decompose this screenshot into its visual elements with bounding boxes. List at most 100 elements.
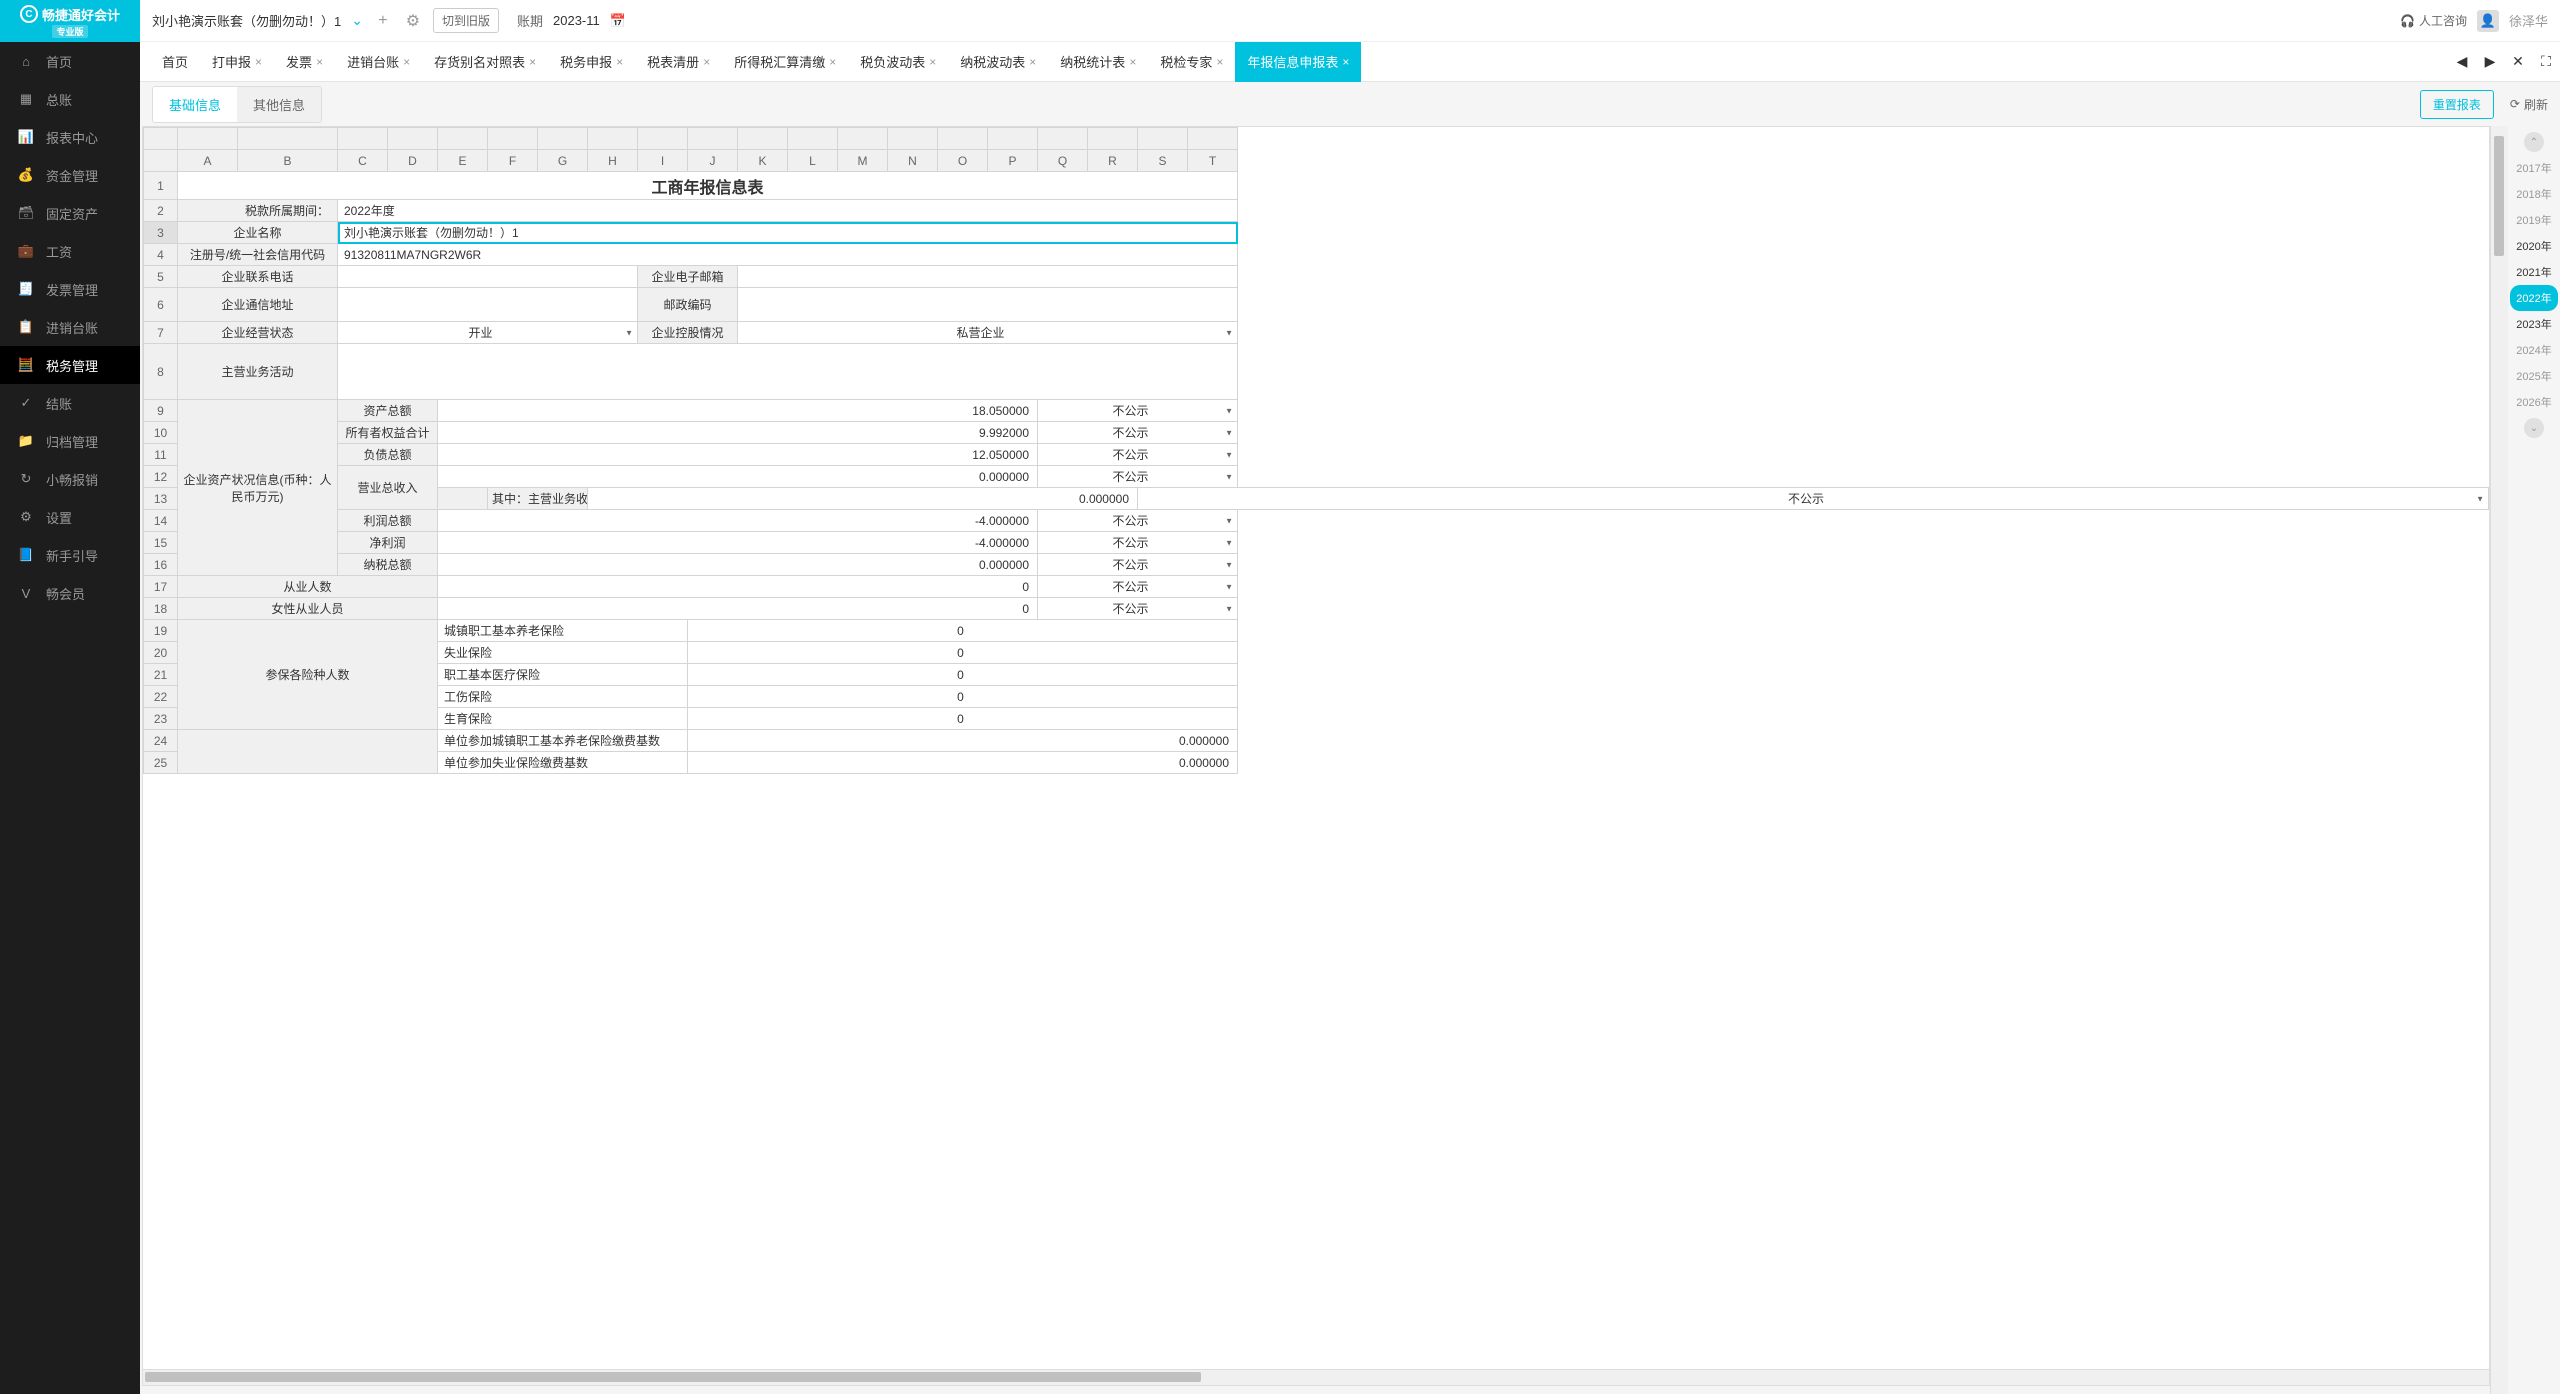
calendar-icon[interactable]: 📅 [610,13,626,29]
tabs-prev-icon[interactable]: ◀ [2448,48,2476,76]
sidebar-item-asset[interactable]: 🗃 固定资产 [0,194,140,232]
add-icon[interactable]: + [373,11,393,31]
year-option[interactable]: 2021年 [2510,259,2557,285]
avatar[interactable]: 👤 [2477,10,2499,32]
support-link[interactable]: 🎧 人工咨询 [2400,12,2467,29]
fullscreen-icon[interactable]: ⛶ [2532,48,2560,76]
tab-纳税波动表[interactable]: 纳税波动表 × [948,42,1048,82]
tab-存货别名对照表[interactable]: 存货别名对照表 × [422,42,548,82]
tab-纳税统计表[interactable]: 纳税统计表 × [1048,42,1148,82]
year-option[interactable]: 2019年 [2510,207,2557,233]
publish-dropdown[interactable]: 不公示 [1138,488,2489,510]
year-down-icon[interactable]: ⌄ [2524,418,2544,438]
col-header[interactable]: E [438,150,488,172]
value-cell[interactable]: 2022年度 [338,200,1238,222]
col-header[interactable]: H [588,150,638,172]
col-header[interactable]: N [888,150,938,172]
col-header[interactable]: R [1088,150,1138,172]
tab-税检专家[interactable]: 税检专家 × [1148,42,1235,82]
sidebar-item-fund[interactable]: 💰 资金管理 [0,156,140,194]
account-selector[interactable]: 刘小艳演示账套（勿删勿动！）1 [152,11,341,30]
col-header[interactable]: B [238,150,338,172]
year-option[interactable]: 2023年 [2510,311,2557,337]
year-option[interactable]: 2022年 [2510,285,2557,311]
sidebar-item-salary[interactable]: 💼 工资 [0,232,140,270]
reset-report-button[interactable]: 重置报表 [2420,90,2494,119]
year-option[interactable]: 2026年 [2510,389,2557,415]
publish-dropdown[interactable]: 不公示 [1038,444,1238,466]
sidebar-item-psi[interactable]: 📋 进销台账 [0,308,140,346]
vertical-scrollbar[interactable] [2490,126,2508,1394]
sidebar-item-xc[interactable]: ↻ 小畅报销 [0,460,140,498]
close-icon[interactable]: × [529,55,536,69]
period-value[interactable]: 2023-11 [553,13,600,28]
close-icon[interactable]: × [703,55,710,69]
sidebar-item-vip[interactable]: V 畅会员 [0,574,140,612]
spreadsheet-grid[interactable]: ABCDEFGHIJKLMNOPQRST1工商年报信息表2税款所属期间：2022… [142,126,2490,1370]
publish-dropdown[interactable]: 不公示 [1038,532,1238,554]
horizontal-scrollbar[interactable] [142,1370,2490,1386]
year-option[interactable]: 2020年 [2510,233,2557,259]
gear-icon[interactable]: ⚙ [403,11,423,31]
close-icon[interactable]: × [316,55,323,69]
sidebar-item-guide[interactable]: 📘 新手引导 [0,536,140,574]
tab-税负波动表[interactable]: 税负波动表 × [848,42,948,82]
col-header[interactable]: K [738,150,788,172]
sidebar-item-tax[interactable]: 🧮 税务管理 [0,346,140,384]
tab-进销台账[interactable]: 进销台账 × [335,42,422,82]
close-icon[interactable]: × [403,55,410,69]
col-header[interactable]: P [988,150,1038,172]
publish-dropdown[interactable]: 不公示 [1038,510,1238,532]
col-header[interactable]: S [1138,150,1188,172]
sidebar-item-archive[interactable]: 📁 归档管理 [0,422,140,460]
sidebar-item-ledger[interactable]: ▦ 总账 [0,80,140,118]
tabs-close-all-icon[interactable]: ✕ [2504,48,2532,76]
tab-税务申报[interactable]: 税务申报 × [548,42,635,82]
tab-首页[interactable]: 首页 [150,42,200,82]
tab-年报信息申报表[interactable]: 年报信息申报表 × [1235,42,1361,82]
col-header[interactable]: M [838,150,888,172]
close-icon[interactable]: × [1216,55,1223,69]
col-header[interactable]: Q [1038,150,1088,172]
close-icon[interactable]: × [1129,55,1136,69]
col-header[interactable]: C [338,150,388,172]
col-header[interactable]: L [788,150,838,172]
close-icon[interactable]: × [1342,55,1349,69]
sidebar-item-settings[interactable]: ⚙ 设置 [0,498,140,536]
year-option[interactable]: 2018年 [2510,181,2557,207]
year-option[interactable]: 2025年 [2510,363,2557,389]
close-icon[interactable]: × [829,55,836,69]
tabs-next-icon[interactable]: ▶ [2476,48,2504,76]
year-option[interactable]: 2024年 [2510,337,2557,363]
refresh-button[interactable]: ⟳ 刷新 [2510,96,2548,113]
sidebar-item-report[interactable]: 📊 报表中心 [0,118,140,156]
col-header[interactable]: J [688,150,738,172]
col-header[interactable]: T [1188,150,1238,172]
publish-dropdown[interactable]: 不公示 [1038,400,1238,422]
col-header[interactable]: A [178,150,238,172]
col-header[interactable]: I [638,150,688,172]
close-icon[interactable]: × [929,55,936,69]
tab-所得税汇算清缴[interactable]: 所得税汇算清缴 × [722,42,848,82]
tab-税表清册[interactable]: 税表清册 × [635,42,722,82]
old-version-button[interactable]: 切到旧版 [433,8,499,33]
sidebar-item-invoice[interactable]: 🧾 发票管理 [0,270,140,308]
col-header[interactable]: D [388,150,438,172]
enterprise-name-cell[interactable]: 刘小艳演示账套（勿删勿动！）1 [338,222,1238,244]
publish-dropdown[interactable]: 不公示 [1038,466,1238,488]
sidebar-item-close[interactable]: ✓ 结账 [0,384,140,422]
col-header[interactable]: F [488,150,538,172]
tab-发票[interactable]: 发票 × [274,42,335,82]
subtab-basic[interactable]: 基础信息 [153,87,237,122]
chevron-down-icon[interactable]: ⌄ [351,12,363,29]
subtab-other[interactable]: 其他信息 [237,87,321,122]
sidebar-item-home[interactable]: ⌂ 首页 [0,42,140,80]
publish-dropdown[interactable]: 不公示 [1038,554,1238,576]
close-icon[interactable]: × [616,55,623,69]
corner-cell[interactable] [144,150,178,172]
close-icon[interactable]: × [255,55,262,69]
tab-打申报[interactable]: 打申报 × [200,42,274,82]
col-header[interactable]: G [538,150,588,172]
year-up-icon[interactable]: ⌃ [2524,132,2544,152]
close-icon[interactable]: × [1029,55,1036,69]
